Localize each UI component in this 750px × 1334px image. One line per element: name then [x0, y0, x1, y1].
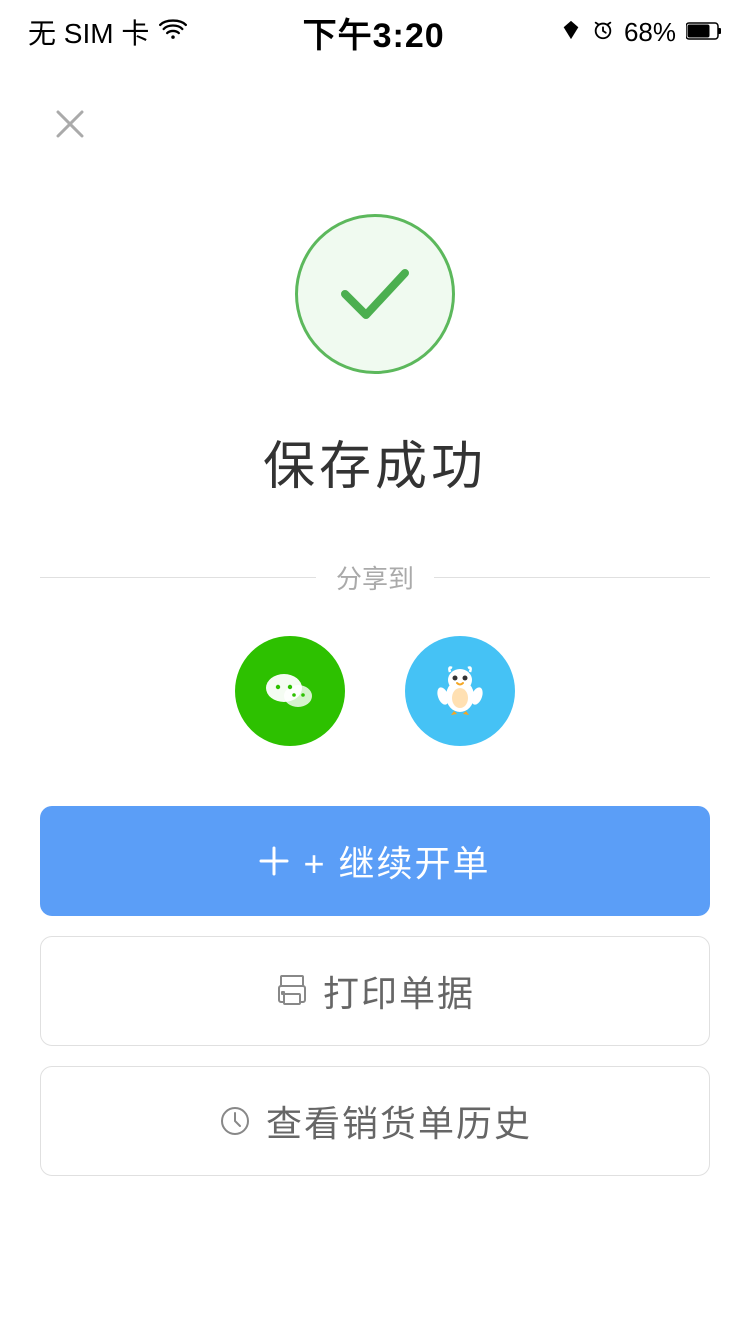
- print-label: 打印单据: [323, 965, 475, 1017]
- share-icons: [40, 636, 710, 746]
- battery-text: 68%: [624, 17, 676, 48]
- status-time: 下午3:20: [303, 8, 445, 57]
- divider-right: [434, 577, 710, 578]
- continue-label: + 继续开单: [303, 835, 490, 887]
- print-button[interactable]: 打印单据: [40, 936, 710, 1046]
- success-section: 保存成功: [0, 154, 750, 549]
- wechat-share-button[interactable]: [235, 636, 345, 746]
- success-icon-circle: [295, 214, 455, 374]
- status-right: 68%: [560, 17, 722, 48]
- history-button[interactable]: 查看销货单历史: [40, 1066, 710, 1176]
- alarm-icon: [592, 17, 614, 48]
- qq-share-button[interactable]: [405, 636, 515, 746]
- history-label: 查看销货单历史: [266, 1095, 532, 1147]
- status-bar: 无 SIM 卡 下午3:20 68%: [0, 0, 750, 64]
- share-divider: 分享到: [40, 559, 710, 596]
- success-title: 保存成功: [263, 424, 487, 499]
- battery-icon: [686, 17, 722, 48]
- divider-left: [40, 577, 316, 578]
- actions-section: + 继续开单 打印单据 查看销货单历史: [0, 746, 750, 1176]
- close-button[interactable]: [40, 94, 100, 154]
- continue-button[interactable]: + 继续开单: [40, 806, 710, 916]
- location-icon: [560, 17, 582, 48]
- status-left: 无 SIM 卡: [28, 12, 187, 52]
- carrier-text: 无 SIM 卡: [28, 12, 149, 52]
- wifi-icon: [159, 15, 187, 50]
- share-section: 分享到: [0, 559, 750, 746]
- share-label: 分享到: [336, 559, 414, 596]
- close-area: [0, 64, 750, 154]
